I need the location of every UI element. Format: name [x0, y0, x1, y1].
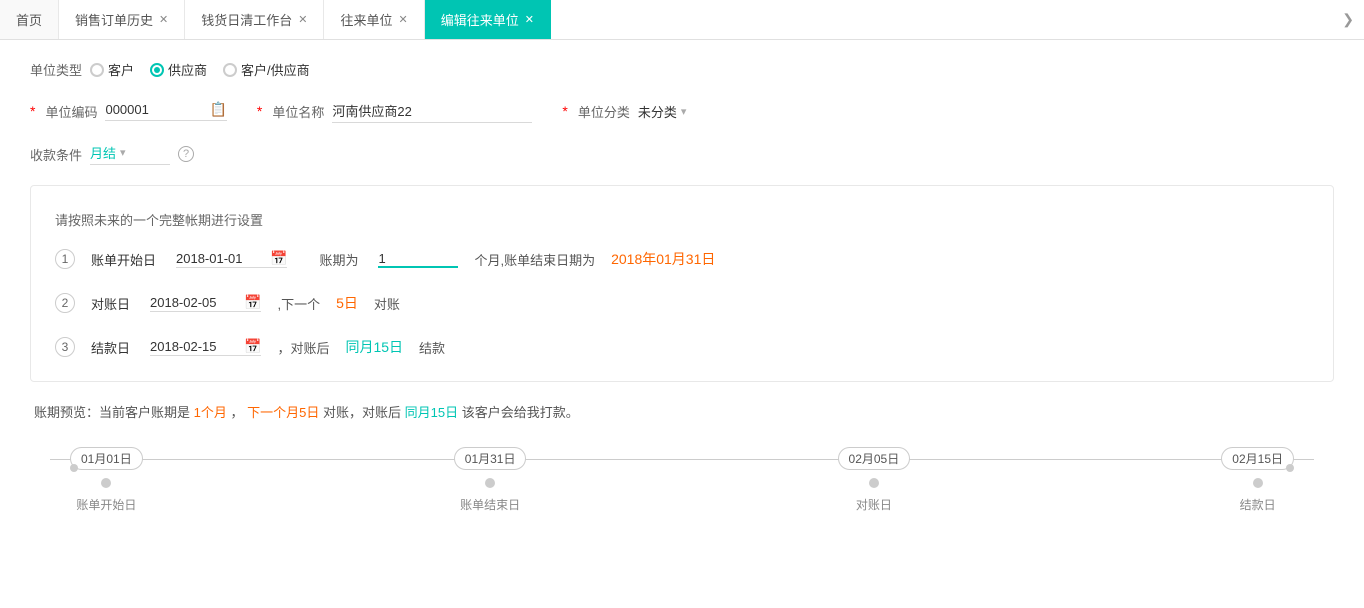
close-tab-sales-order[interactable]: ✕: [159, 13, 168, 26]
main-content: 单位类型 客户 供应商 客户/供应商 * 单位编码: [0, 40, 1364, 608]
unit-code-input[interactable]: [105, 102, 205, 117]
reconcile-date-calendar-icon[interactable]: 📅: [244, 294, 261, 311]
reconcile-highlight: 5日: [336, 293, 358, 313]
setting-row-2: 2 对账日 📅 ,下一个 5日 对账: [55, 293, 1309, 313]
unit-type-row: 单位类型 客户 供应商 客户/供应商: [30, 60, 1334, 79]
radio-customer-supplier[interactable]: 客户/供应商: [223, 60, 310, 79]
unit-category-group: * 单位分类 未分类 ▾: [562, 102, 686, 121]
timeline-items: 01月01日 账单开始日 01月31日 账单结束日 02月05日 对账日 02月…: [50, 447, 1314, 513]
timeline-label-2: 01月31日: [454, 447, 527, 470]
tab-edit-partner[interactable]: 编辑往来单位 ✕: [425, 0, 551, 39]
payment-value: 月结: [90, 143, 116, 162]
timeline-label-1: 01月01日: [70, 447, 143, 470]
setting-row-3: 3 结款日 📅 ，对账后 同月15日 结款: [55, 337, 1309, 357]
period-label: 账期为: [319, 250, 358, 269]
setting-row-1: 1 账单开始日 📅 账期为 个月,账单结束日期为 2018年01月31日: [55, 249, 1309, 269]
unit-name-input[interactable]: [332, 99, 532, 123]
timeline-label-3: 02月05日: [838, 447, 911, 470]
reconcile-suffix2: 对账: [374, 294, 400, 313]
unit-name-group: * 单位名称: [257, 99, 532, 123]
tab-sales-order[interactable]: 销售订单历史 ✕: [59, 0, 185, 39]
timeline-point-1: 01月01日 账单开始日: [70, 447, 143, 513]
row-num-2: 2: [55, 293, 75, 313]
timeline-point-2: 01月31日 账单结束日: [454, 447, 527, 513]
timeline-point-4: 02月15日 结款日: [1221, 447, 1294, 513]
payment-date-calendar-icon[interactable]: 📅: [244, 338, 261, 355]
timeline-name-4: 结款日: [1240, 496, 1276, 513]
timeline-dot-4: [1253, 478, 1263, 488]
payment-suffix2: 结款: [419, 338, 445, 357]
card-title: 请按照未来的一个完整帐期进行设置: [55, 210, 1309, 229]
unit-category-label: 单位分类: [578, 102, 630, 121]
radio-supplier[interactable]: 供应商: [150, 60, 207, 79]
reconcile-date-input[interactable]: [150, 295, 240, 310]
preview-text: 账期预览：当前客户账期是 1个月 ， 下一个月5日 对账，对账后 同月15日 该…: [30, 402, 1334, 421]
unit-code-group: * 单位编码 📋: [30, 101, 227, 121]
unit-name-label: 单位名称: [272, 102, 324, 121]
timeline: 01月01日 账单开始日 01月31日 账单结束日 02月05日 对账日 02月…: [30, 437, 1334, 543]
period-end-date: 2018年01月31日: [611, 249, 715, 269]
unit-code-input-wrap: 📋: [105, 101, 226, 121]
payment-label: 收款条件: [30, 145, 82, 164]
timeline-label-4: 02月15日: [1221, 447, 1294, 470]
tab-bar: 首页 销售订单历史 ✕ 钱货日清工作台 ✕ 往来单位 ✕ 编辑往来单位 ✕ ❯: [0, 0, 1364, 40]
preview-part1: 1个月: [194, 405, 227, 420]
start-date-input[interactable]: [176, 251, 266, 266]
timeline-name-2: 账单结束日: [460, 496, 520, 513]
close-tab-edit-partner[interactable]: ✕: [525, 13, 534, 26]
row-num-3: 3: [55, 337, 75, 357]
row-num-1: 1: [55, 249, 75, 269]
radio-circle-supplier: [150, 63, 164, 77]
period-unit-text: 个月,账单结束日期为: [474, 250, 595, 269]
radio-circle-customer: [90, 63, 104, 77]
timeline-point-3: 02月05日 对账日: [838, 447, 911, 513]
tab-home[interactable]: 首页: [0, 0, 59, 39]
unit-category-arrow: ▾: [681, 105, 687, 118]
timeline-name-1: 账单开始日: [76, 496, 136, 513]
reconcile-suffix1: ,下一个: [277, 294, 320, 313]
settings-card: 请按照未来的一个完整帐期进行设置 1 账单开始日 📅 账期为 个月,账单结束日期…: [30, 185, 1334, 382]
tab-more-button[interactable]: ❯: [1332, 0, 1364, 39]
reconcile-date-input-wrap: 📅: [150, 294, 261, 312]
tab-cash-work[interactable]: 钱货日清工作台 ✕: [185, 0, 324, 39]
radio-circle-customer-supplier: [223, 63, 237, 77]
payment-highlight: 同月15日: [345, 337, 403, 357]
unit-info-row: * 单位编码 📋 * 单位名称 * 单位分类 未分类 ▾: [30, 99, 1334, 123]
payment-row: 收款条件 月结 ▾ ?: [30, 143, 1334, 165]
payment-help-icon[interactable]: ?: [178, 146, 194, 162]
unit-category-value: 未分类: [638, 102, 677, 121]
timeline-dot-3: [869, 478, 879, 488]
row-label-2: 对账日: [91, 294, 130, 313]
preview-part3: 同月15日: [405, 405, 458, 420]
unit-category-select[interactable]: 未分类 ▾: [638, 102, 687, 121]
preview-part2: 下一个月5日: [247, 405, 319, 420]
unit-type-radios: 客户 供应商 客户/供应商: [90, 60, 310, 79]
start-date-calendar-icon[interactable]: 📅: [270, 250, 287, 267]
payment-group: 收款条件 月结 ▾ ?: [30, 143, 194, 165]
close-tab-partner[interactable]: ✕: [399, 13, 408, 26]
start-date-input-wrap: 📅: [176, 250, 287, 268]
close-tab-cash-work[interactable]: ✕: [298, 13, 307, 26]
timeline-right-dot: [1286, 464, 1294, 472]
timeline-name-3: 对账日: [856, 496, 892, 513]
tab-partner[interactable]: 往来单位 ✕: [324, 0, 424, 39]
timeline-dot-1: [101, 478, 111, 488]
period-value-input[interactable]: [378, 251, 458, 268]
timeline-dot-2: [485, 478, 495, 488]
timeline-left-dot: [70, 464, 78, 472]
row-label-1: 账单开始日: [91, 250, 156, 269]
payment-date-input-wrap: 📅: [150, 338, 261, 356]
radio-customer[interactable]: 客户: [90, 60, 134, 79]
unit-code-label: 单位编码: [45, 102, 97, 121]
unit-type-group: 单位类型 客户 供应商 客户/供应商: [30, 60, 310, 79]
unit-type-label: 单位类型: [30, 60, 82, 79]
payment-suffix1: ，对账后: [277, 338, 329, 357]
row-label-3: 结款日: [91, 338, 130, 357]
unit-code-icon[interactable]: 📋: [209, 101, 226, 118]
payment-date-input[interactable]: [150, 339, 240, 354]
payment-arrow: ▾: [120, 146, 126, 159]
payment-select[interactable]: 月结 ▾: [90, 143, 170, 165]
